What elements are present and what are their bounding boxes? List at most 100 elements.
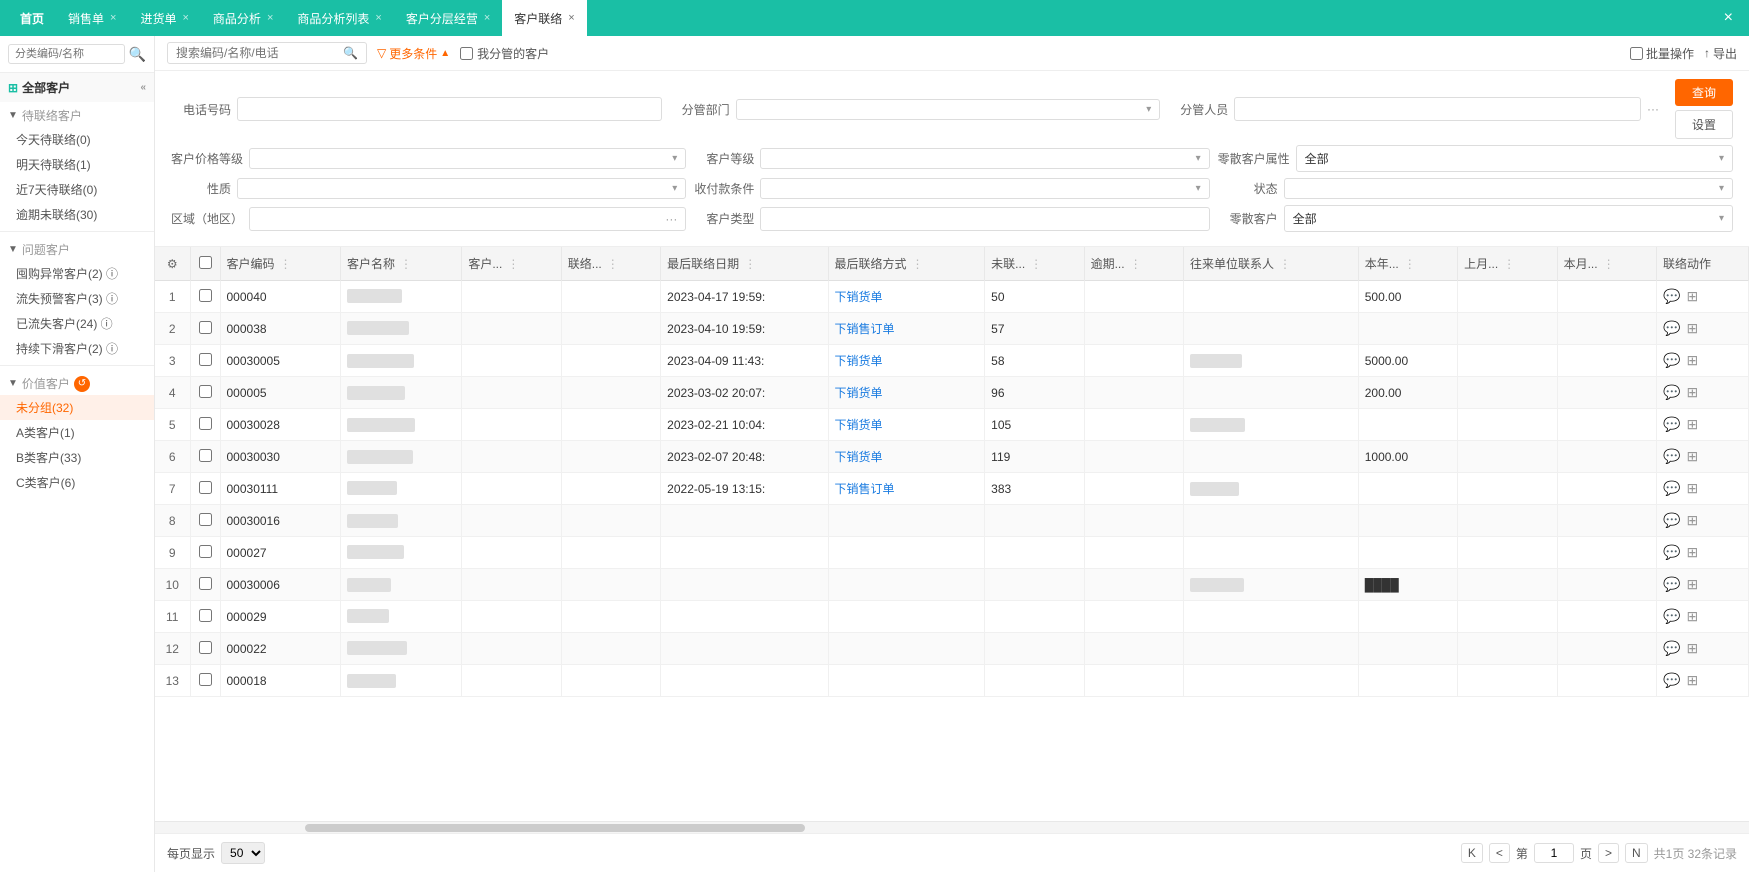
status-select[interactable]: ▾ xyxy=(1284,178,1733,199)
reset-button[interactable]: 设置 xyxy=(1675,110,1733,139)
sidebar-item-abnormal[interactable]: 囤购异常客户(2) ⓘ xyxy=(0,261,154,286)
my-customers-checkbox[interactable] xyxy=(460,47,473,60)
sidebar-item-class-a[interactable]: A类客户(1) xyxy=(0,420,154,445)
row-checkbox[interactable] xyxy=(199,321,212,334)
retail-attr-select[interactable]: 全部 ▾ xyxy=(1296,145,1733,172)
col-resize-method[interactable]: ⋮ xyxy=(912,257,924,271)
col-resize-type[interactable]: ⋮ xyxy=(507,257,519,271)
page-size-select[interactable]: 50 xyxy=(221,842,265,864)
col-resize-last-month[interactable]: ⋮ xyxy=(1503,257,1515,271)
grid-action-icon[interactable]: ⊞ xyxy=(1686,416,1698,433)
row-checkbox[interactable] xyxy=(199,481,212,494)
customer-type-input[interactable] xyxy=(760,207,1209,231)
chat-icon[interactable]: 💬 xyxy=(1663,512,1680,529)
last-page-btn[interactable]: N xyxy=(1625,843,1648,863)
row-checkbox[interactable] xyxy=(199,545,212,558)
sidebar-item-declining[interactable]: 持续下滑客户(2) ⓘ xyxy=(0,336,154,361)
prev-page-btn[interactable]: < xyxy=(1489,843,1510,863)
grid-action-icon[interactable]: ⊞ xyxy=(1686,288,1698,305)
row-checkbox[interactable] xyxy=(199,417,212,430)
col-resize-not-contacted[interactable]: ⋮ xyxy=(1030,257,1042,271)
row-checkbox[interactable] xyxy=(199,673,212,686)
col-resize-overdue[interactable]: ⋮ xyxy=(1130,257,1142,271)
contact-method-link[interactable]: 下销售订单 xyxy=(835,322,895,336)
price-grade-select[interactable]: ▾ xyxy=(249,148,686,169)
grid-action-icon[interactable]: ⊞ xyxy=(1686,352,1698,369)
sidebar-item-churn-warning[interactable]: 流失预警客户(3) ⓘ xyxy=(0,286,154,311)
row-checkbox[interactable] xyxy=(199,641,212,654)
sidebar-group-pending[interactable]: ▼ 待联络客户 xyxy=(0,102,154,127)
contact-method-link[interactable]: 下销货单 xyxy=(835,386,883,400)
th-settings[interactable]: ⚙ xyxy=(155,247,190,281)
sidebar-search-input[interactable] xyxy=(8,44,125,64)
chat-icon[interactable]: 💬 xyxy=(1663,608,1680,625)
row-checkbox[interactable] xyxy=(199,289,212,302)
select-all-checkbox[interactable] xyxy=(199,256,212,269)
chat-icon[interactable]: 💬 xyxy=(1663,448,1680,465)
settings-icon[interactable]: ⚙ xyxy=(167,257,178,271)
nav-product-analysis[interactable]: 商品分析 × xyxy=(201,0,285,36)
sidebar-item-tomorrow-pending[interactable]: 明天待联络(1) xyxy=(0,152,154,177)
sidebar-search-icon[interactable]: 🔍 xyxy=(129,46,146,63)
manager-more-icon[interactable]: ··· xyxy=(1647,102,1659,116)
chat-icon[interactable]: 💬 xyxy=(1663,544,1680,561)
row-checkbox[interactable] xyxy=(199,449,212,462)
grid-action-icon[interactable]: ⊞ xyxy=(1686,384,1698,401)
search-icon[interactable]: 🔍 xyxy=(343,46,358,60)
sidebar-item-class-b[interactable]: B类客户(33) xyxy=(0,445,154,470)
sidebar-item-churned[interactable]: 已流失客户(24) ⓘ xyxy=(0,311,154,336)
col-resize-date[interactable]: ⋮ xyxy=(744,257,756,271)
search-input[interactable] xyxy=(176,46,337,60)
contact-method-link[interactable]: 下销货单 xyxy=(835,290,883,304)
sidebar-group-problem[interactable]: ▼ 问题客户 xyxy=(0,236,154,261)
phone-input[interactable] xyxy=(237,97,662,121)
grid-action-icon[interactable]: ⊞ xyxy=(1686,320,1698,337)
sidebar-item-today-pending[interactable]: 今天待联络(0) xyxy=(0,127,154,152)
col-resize-code[interactable]: ⋮ xyxy=(280,257,292,271)
nav-customer-contact[interactable]: 客户联络 × xyxy=(502,0,586,36)
row-checkbox[interactable] xyxy=(199,513,212,526)
nav-close-product-analysis[interactable]: × xyxy=(267,12,273,24)
col-resize-name[interactable]: ⋮ xyxy=(400,257,412,271)
nav-close-sales[interactable]: × xyxy=(110,12,116,24)
chat-icon[interactable]: 💬 xyxy=(1663,384,1680,401)
grid-action-icon[interactable]: ⊞ xyxy=(1686,544,1698,561)
grid-action-icon[interactable]: ⊞ xyxy=(1686,672,1698,689)
contact-method-link[interactable]: 下销售订单 xyxy=(835,482,895,496)
nav-close-customer-tier[interactable]: × xyxy=(484,12,490,24)
col-resize-this-month[interactable]: ⋮ xyxy=(1603,257,1615,271)
nav-customer-tier[interactable]: 客户分层经营 × xyxy=(394,0,502,36)
grid-action-icon[interactable]: ⊞ xyxy=(1686,480,1698,497)
sidebar-item-ungrouped[interactable]: 未分组(32) xyxy=(0,395,154,420)
nav-sales-order[interactable]: 销售单 × xyxy=(56,0,128,36)
region-select[interactable]: ··· xyxy=(249,207,686,231)
export-btn[interactable]: ↑ 导出 xyxy=(1704,45,1737,62)
chat-icon[interactable]: 💬 xyxy=(1663,416,1680,433)
customer-grade-select[interactable]: ▾ xyxy=(760,148,1209,169)
first-page-btn[interactable]: K xyxy=(1461,843,1483,863)
chat-icon[interactable]: 💬 xyxy=(1663,288,1680,305)
chat-icon[interactable]: 💬 xyxy=(1663,672,1680,689)
manager-input[interactable] xyxy=(1234,97,1641,121)
query-button[interactable]: 查询 xyxy=(1675,79,1733,106)
horizontal-scrollbar[interactable] xyxy=(155,821,1749,833)
chat-icon[interactable]: 💬 xyxy=(1663,320,1680,337)
row-checkbox[interactable] xyxy=(199,353,212,366)
col-resize-contact[interactable]: ⋮ xyxy=(607,257,619,271)
sidebar-all-customers[interactable]: ⊞ 全部客户 « xyxy=(0,73,154,102)
batch-checkbox[interactable] xyxy=(1630,47,1643,60)
region-more-icon[interactable]: ··· xyxy=(665,212,677,226)
col-resize-year[interactable]: ⋮ xyxy=(1404,257,1416,271)
sidebar-item-class-c[interactable]: C类客户(6) xyxy=(0,470,154,495)
row-checkbox[interactable] xyxy=(199,385,212,398)
page-number-input[interactable] xyxy=(1534,843,1574,863)
sidebar-group-value[interactable]: ▼ 价值客户 ↺ xyxy=(0,370,154,395)
chat-icon[interactable]: 💬 xyxy=(1663,640,1680,657)
sidebar-item-7day-pending[interactable]: 近7天待联络(0) xyxy=(0,177,154,202)
nav-close-product-list[interactable]: × xyxy=(375,12,381,24)
chat-icon[interactable]: 💬 xyxy=(1663,576,1680,593)
grid-action-icon[interactable]: ⊞ xyxy=(1686,448,1698,465)
payment-select[interactable]: ▾ xyxy=(760,178,1209,199)
contact-method-link[interactable]: 下销货单 xyxy=(835,418,883,432)
dept-select[interactable]: ▾ xyxy=(736,99,1161,120)
